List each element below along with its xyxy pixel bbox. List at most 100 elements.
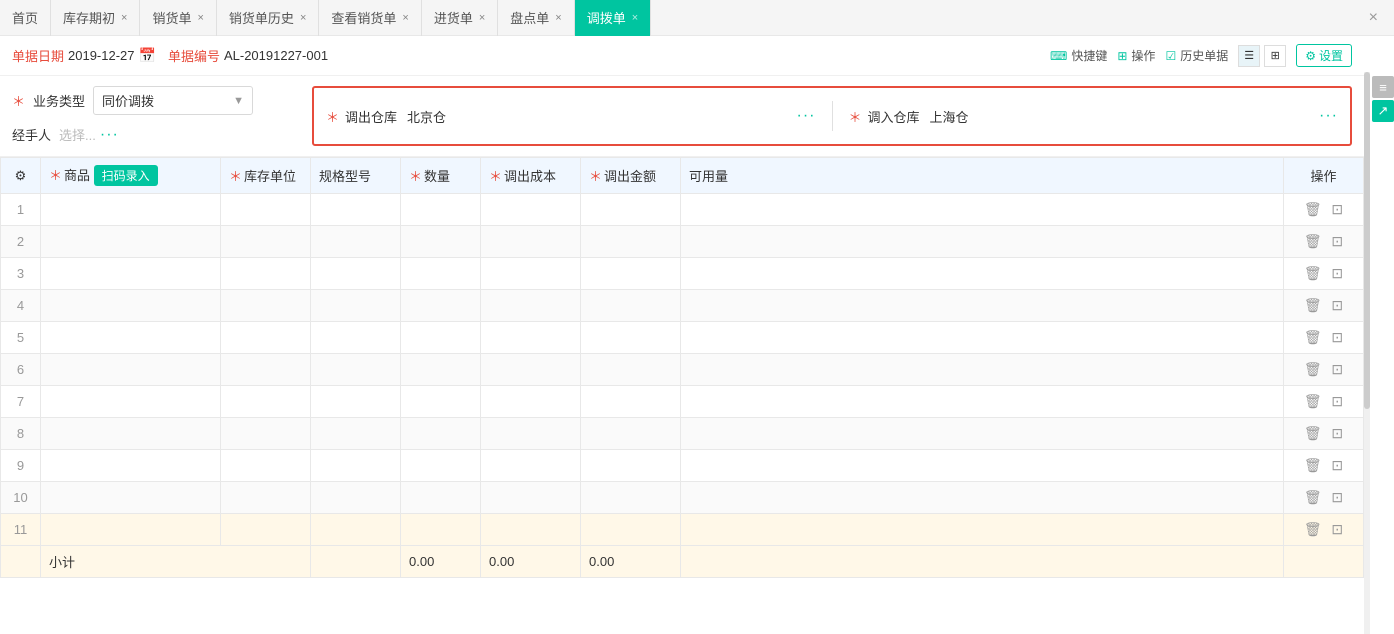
row-8-unit[interactable] [221,418,311,450]
row-8-amount[interactable] [581,418,681,450]
row-10-avail[interactable] [681,482,1284,514]
row-11-product[interactable] [41,514,221,546]
row-2-cost[interactable] [481,226,581,258]
shortcut-button[interactable]: ⌨ 快捷键 [1050,47,1107,64]
row-5-delete-button[interactable]: 🗑 [1304,329,1322,345]
row-6-avail[interactable] [681,354,1284,386]
row-7-avail[interactable] [681,386,1284,418]
row-3-cost[interactable] [481,258,581,290]
row-11-avail[interactable] [681,514,1284,546]
tab-home[interactable]: 首页 [8,0,51,36]
row-4-qty[interactable] [401,290,481,322]
table-settings-icon[interactable]: ⚙ [15,168,27,183]
row-7-product[interactable] [41,386,221,418]
person-field[interactable]: 选择... ··· [59,125,119,144]
row-1-qty[interactable] [401,194,481,226]
row-9-avail[interactable] [681,450,1284,482]
row-11-cost[interactable] [481,514,581,546]
row-9-qty[interactable] [401,450,481,482]
row-11-delete-button[interactable]: 🗑 [1304,521,1322,537]
row-3-amount[interactable] [581,258,681,290]
row-1-unit[interactable] [221,194,311,226]
row-4-spec[interactable] [311,290,401,322]
col-settings[interactable]: ⚙ [1,158,41,194]
row-3-product[interactable] [41,258,221,290]
warehouse-out-value[interactable]: 北京仓 [407,107,446,126]
row-1-delete-button[interactable]: 🗑 [1304,201,1322,217]
row-9-unit[interactable] [221,450,311,482]
row-9-product[interactable] [41,450,221,482]
row-5-copy-button[interactable]: ⊡ [1331,329,1343,345]
row-2-amount[interactable] [581,226,681,258]
row-10-product[interactable] [41,482,221,514]
scan-input-button[interactable]: 扫码录入 [94,165,158,186]
row-2-unit[interactable] [221,226,311,258]
sidebar-note-button[interactable]: ≡ [1372,76,1394,98]
row-4-delete-button[interactable]: 🗑 [1304,297,1322,313]
row-1-product[interactable] [41,194,221,226]
row-1-amount[interactable] [581,194,681,226]
row-11-amount[interactable] [581,514,681,546]
tab-close-view-sales[interactable]: × [402,12,408,24]
row-7-copy-button[interactable]: ⊡ [1331,393,1343,409]
row-3-copy-button[interactable]: ⊡ [1331,265,1343,281]
row-6-spec[interactable] [311,354,401,386]
tab-close-purchase[interactable]: × [479,12,485,24]
tab-stocktake[interactable]: 盘点单 × [498,0,574,36]
row-6-unit[interactable] [221,354,311,386]
row-8-qty[interactable] [401,418,481,450]
row-3-unit[interactable] [221,258,311,290]
tab-sales-history[interactable]: 销货单历史 × [217,0,319,36]
operate-button[interactable]: ⊞ 操作 [1117,47,1155,64]
row-6-amount[interactable] [581,354,681,386]
row-3-qty[interactable] [401,258,481,290]
tab-close-stocktake[interactable]: × [555,12,561,24]
tab-close-inventory-init[interactable]: × [121,12,127,24]
row-3-spec[interactable] [311,258,401,290]
row-10-cost[interactable] [481,482,581,514]
row-7-cost[interactable] [481,386,581,418]
row-9-spec[interactable] [311,450,401,482]
warehouse-out-more-button[interactable]: ··· [797,107,816,125]
row-7-spec[interactable] [311,386,401,418]
row-3-delete-button[interactable]: 🗑 [1304,265,1322,281]
row-10-unit[interactable] [221,482,311,514]
row-7-qty[interactable] [401,386,481,418]
row-5-product[interactable] [41,322,221,354]
row-5-qty[interactable] [401,322,481,354]
row-11-copy-button[interactable]: ⊡ [1331,521,1343,537]
row-6-qty[interactable] [401,354,481,386]
tab-close-sales-history[interactable]: × [300,12,306,24]
warehouse-in-value[interactable]: 上海仓 [930,107,969,126]
row-9-copy-button[interactable]: ⊡ [1331,457,1343,473]
row-2-avail[interactable] [681,226,1284,258]
row-4-cost[interactable] [481,290,581,322]
row-10-amount[interactable] [581,482,681,514]
row-2-product[interactable] [41,226,221,258]
person-more-icon[interactable]: ··· [100,126,119,144]
row-1-spec[interactable] [311,194,401,226]
row-5-unit[interactable] [221,322,311,354]
tab-sales-order[interactable]: 销货单 × [140,0,216,36]
row-8-avail[interactable] [681,418,1284,450]
row-5-cost[interactable] [481,322,581,354]
row-11-qty[interactable] [401,514,481,546]
history-button[interactable]: ☑ 历史单据 [1165,47,1228,64]
list-view-button[interactable]: ☰ [1238,45,1260,67]
row-2-spec[interactable] [311,226,401,258]
row-7-amount[interactable] [581,386,681,418]
tab-close-sales[interactable]: × [197,12,203,24]
warehouse-in-more-button[interactable]: ··· [1319,107,1338,125]
row-1-cost[interactable] [481,194,581,226]
row-3-avail[interactable] [681,258,1284,290]
scroll-track[interactable] [1364,72,1370,634]
row-8-copy-button[interactable]: ⊡ [1331,425,1343,441]
row-4-amount[interactable] [581,290,681,322]
row-10-spec[interactable] [311,482,401,514]
row-10-qty[interactable] [401,482,481,514]
row-6-cost[interactable] [481,354,581,386]
scroll-thumb[interactable] [1364,72,1370,409]
row-5-spec[interactable] [311,322,401,354]
row-2-copy-button[interactable]: ⊡ [1331,233,1343,249]
tab-close-transfer[interactable]: × [632,12,638,24]
